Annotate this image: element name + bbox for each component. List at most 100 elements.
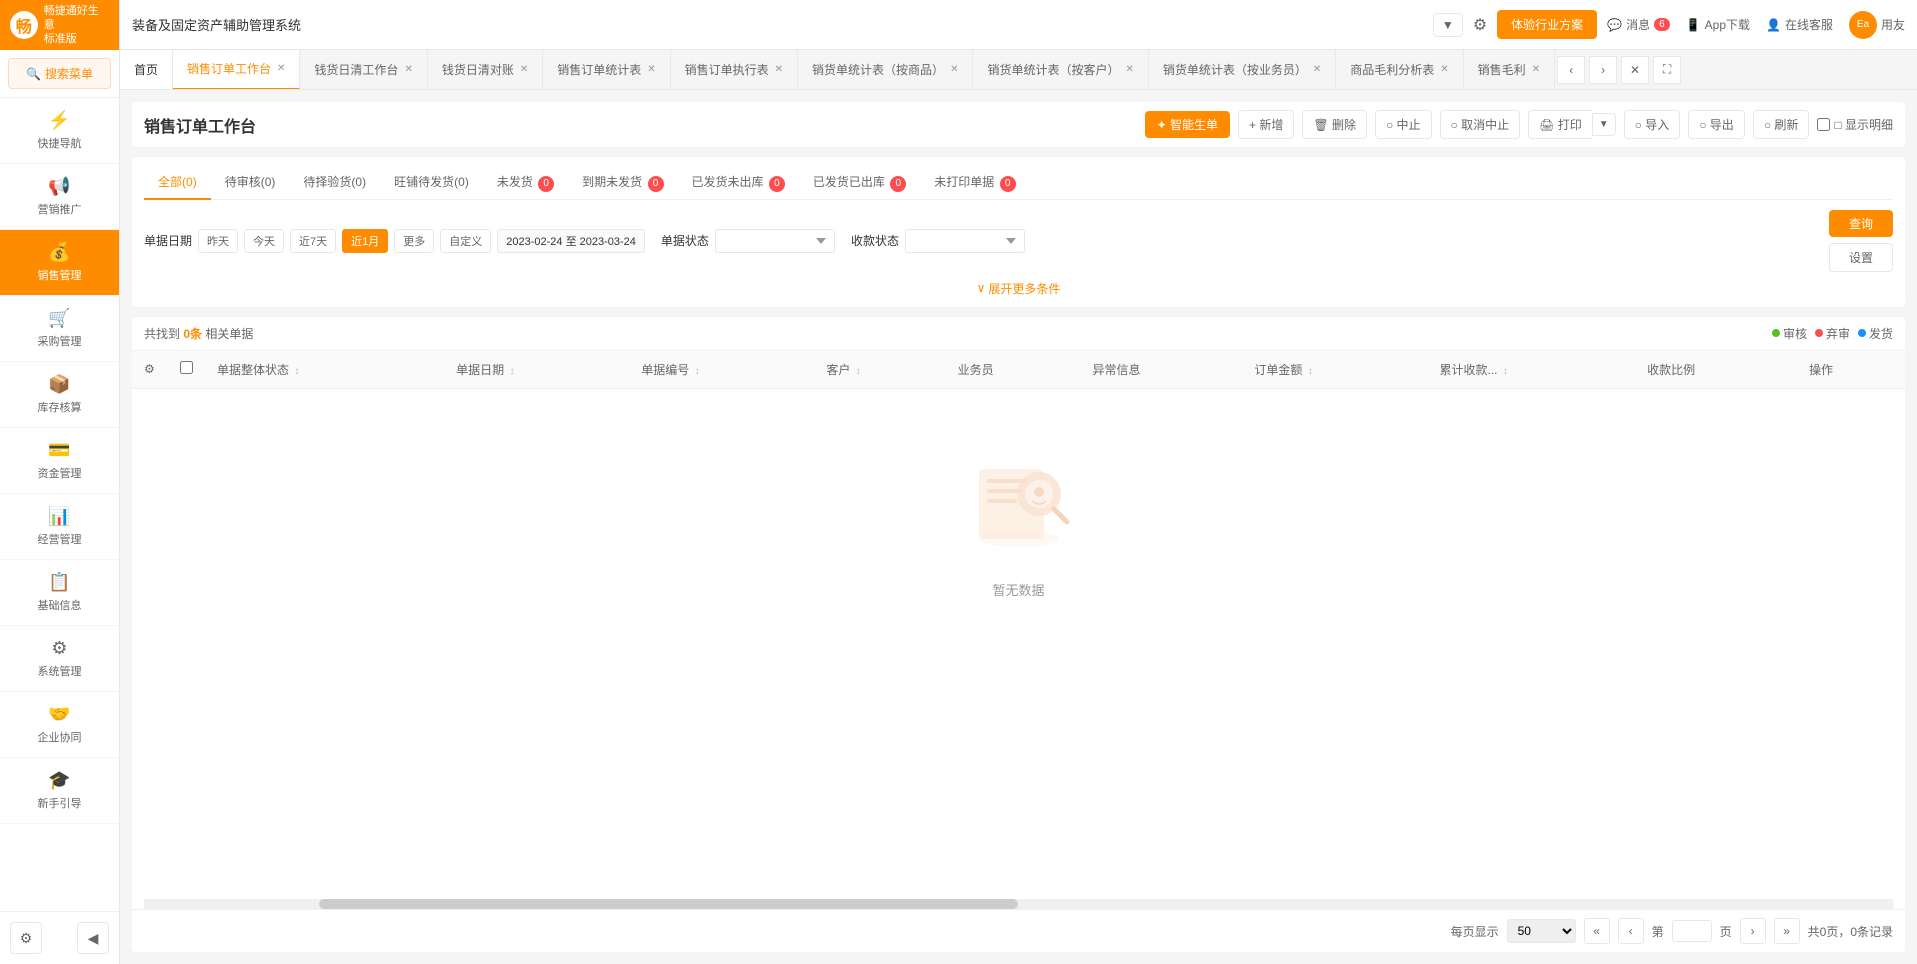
cancel-abort-button[interactable]: ○ 取消中止 <box>1440 110 1521 139</box>
tab-sales-sum-staff[interactable]: 销货单统计表（按业务员） ✕ <box>1149 50 1336 90</box>
filter-tab-wangpu[interactable]: 旺铺待发货(0) <box>380 167 483 200</box>
sidebar-item-marketing[interactable]: 📢 营销推广 <box>0 164 119 230</box>
close-tab-cash-reconcile[interactable]: ✕ <box>520 64 528 75</box>
col-checkbox[interactable] <box>168 351 205 389</box>
header-settings-button[interactable]: ⚙ <box>1473 15 1487 35</box>
close-tab-sales-workbench[interactable]: ✕ <box>277 63 285 74</box>
smart-generate-button[interactable]: ✦ 智能生单 <box>1145 111 1230 138</box>
expand-conditions-button[interactable]: ∨ 展开更多条件 <box>977 280 1061 297</box>
close-tab-margin-analysis[interactable]: ✕ <box>1440 64 1448 75</box>
tab-sales-exec[interactable]: 销售订单执行表 ✕ <box>671 50 798 90</box>
sidebar-collapse-button[interactable]: ◀ <box>77 922 109 954</box>
date-more-button[interactable]: 更多 <box>394 229 434 253</box>
tab-close-all[interactable]: ✕ <box>1621 56 1649 84</box>
filter-tab-overdue-ship[interactable]: 到期未发货 0 <box>568 167 677 200</box>
refresh-button[interactable]: ○ 刷新 <box>1753 110 1810 139</box>
filter-tab-not-shipped[interactable]: 未发货 0 <box>483 167 568 200</box>
delete-button[interactable]: 🗑 删除 <box>1302 110 1367 139</box>
ship-action-button[interactable]: 发货 <box>1858 325 1893 342</box>
close-tab-sales-stats[interactable]: ✕ <box>647 64 655 75</box>
close-tab-sales-exec[interactable]: ✕ <box>775 64 783 75</box>
online-service-item[interactable]: 👤 在线客服 <box>1766 16 1833 33</box>
date-7days-button[interactable]: 近7天 <box>290 229 336 253</box>
col-date[interactable]: 单据日期 ↕ <box>444 351 629 389</box>
close-tab-sales-sum-customer[interactable]: ✕ <box>1125 64 1133 75</box>
sidebar-item-quick[interactable]: ⚡ 快捷导航 <box>0 98 119 164</box>
solution-button[interactable]: 体验行业方案 <box>1497 10 1597 39</box>
col-customer[interactable]: 客户 ↕ <box>814 351 945 389</box>
tab-home[interactable]: 首页 <box>120 50 173 90</box>
sidebar-item-enterprise[interactable]: 🤝 企业协同 <box>0 692 119 758</box>
import-button[interactable]: ○ 导入 <box>1624 110 1681 139</box>
close-tab-sales-profit[interactable]: ✕ <box>1532 64 1540 75</box>
sidebar-item-inventory[interactable]: 📦 库存核算 <box>0 362 119 428</box>
close-tab-sales-sum-product[interactable]: ✕ <box>950 64 958 75</box>
col-collected[interactable]: 累计收款... ↕ <box>1428 351 1636 389</box>
sidebar-search[interactable]: 🔍 搜索菜单 <box>0 50 119 98</box>
sidebar-item-sales[interactable]: 💰 销售管理 <box>0 230 119 296</box>
close-tab-cash-daily[interactable]: ✕ <box>404 64 412 75</box>
tab-margin-analysis[interactable]: 商品毛利分析表 ✕ <box>1336 50 1463 90</box>
search-menu-button[interactable]: 🔍 搜索菜单 <box>8 58 111 89</box>
filter-tab-shipped-not-out[interactable]: 已发货未出库 0 <box>678 167 799 200</box>
date-1month-button[interactable]: 近1月 <box>342 229 388 253</box>
select-all-checkbox[interactable] <box>180 361 193 374</box>
system-dropdown[interactable]: ▼ <box>1433 13 1463 37</box>
detail-checkbox-label[interactable]: □ 显示明细 <box>1817 116 1893 133</box>
sidebar-item-guide[interactable]: 🎓 新手引导 <box>0 758 119 824</box>
col-exception[interactable]: 异常信息 <box>1080 351 1242 389</box>
filter-tab-pending-review[interactable]: 待审核(0) <box>211 167 290 200</box>
abort-button[interactable]: ○ 中止 <box>1375 110 1432 139</box>
filter-tab-all[interactable]: 全部(0) <box>144 167 211 200</box>
message-item[interactable]: 💬 消息 6 <box>1607 16 1670 33</box>
tab-scroll-right[interactable]: › <box>1589 56 1617 84</box>
print-dropdown-button[interactable]: ▼ <box>1592 113 1616 136</box>
sidebar-item-purchase[interactable]: 🛒 采购管理 <box>0 296 119 362</box>
tab-cash-reconcile[interactable]: 钱货日清对账 ✕ <box>428 50 543 90</box>
tab-sales-sum-customer[interactable]: 销货单统计表（按客户） ✕ <box>973 50 1148 90</box>
page-size-select[interactable]: 50 100 200 <box>1507 919 1576 943</box>
date-custom-button[interactable]: 自定义 <box>440 229 491 253</box>
horizontal-scrollbar[interactable] <box>144 899 1893 909</box>
query-button[interactable]: 查询 <box>1829 210 1893 237</box>
filter-settings-button[interactable]: 设置 <box>1829 243 1893 272</box>
tab-sales-workbench[interactable]: 销售订单工作台 ✕ <box>173 50 300 90</box>
sidebar-item-system[interactable]: ⚙ 系统管理 <box>0 626 119 692</box>
col-settings[interactable]: ⚙ <box>132 351 168 389</box>
col-status[interactable]: 单据整体状态 ↕ <box>205 351 444 389</box>
tab-scroll-left[interactable]: ‹ <box>1557 56 1585 84</box>
filter-tab-not-printed[interactable]: 未打印单据 0 <box>920 167 1029 200</box>
payment-select[interactable] <box>905 229 1025 253</box>
tab-sales-profit[interactable]: 销售毛利 ✕ <box>1464 50 1555 90</box>
tab-sales-sum-product[interactable]: 销货单统计表（按商品） ✕ <box>798 50 973 90</box>
col-number[interactable]: 单据编号 ↕ <box>629 351 814 389</box>
export-button[interactable]: ○ 导出 <box>1688 110 1745 139</box>
close-tab-sales-sum-staff[interactable]: ✕ <box>1313 64 1321 75</box>
sidebar-item-finance[interactable]: 💳 资金管理 <box>0 428 119 494</box>
tab-sales-stats[interactable]: 销售订单统计表 ✕ <box>543 50 670 90</box>
tab-fullscreen[interactable]: ⛶ <box>1653 56 1681 84</box>
page-next-button[interactable]: › <box>1740 918 1766 944</box>
review-action-button[interactable]: 审核 <box>1772 325 1807 342</box>
col-amount[interactable]: 订单金额 ↕ <box>1242 351 1427 389</box>
date-yesterday-button[interactable]: 昨天 <box>198 229 238 253</box>
sidebar-settings-button[interactable]: ⚙ <box>10 922 42 954</box>
page-last-button[interactable]: » <box>1774 918 1800 944</box>
app-download-item[interactable]: 📱 App下载 <box>1686 16 1750 33</box>
col-staff[interactable]: 业务员 <box>946 351 1081 389</box>
sidebar-item-operations[interactable]: 📊 经营管理 <box>0 494 119 560</box>
filter-tab-shipped-out[interactable]: 已发货已出库 0 <box>799 167 920 200</box>
tab-cash-daily[interactable]: 钱货日清工作台 ✕ <box>300 50 427 90</box>
sidebar-item-basic[interactable]: 📋 基础信息 <box>0 560 119 626</box>
user-item[interactable]: Ea 用友 <box>1849 11 1905 39</box>
detail-checkbox[interactable] <box>1817 118 1830 131</box>
status-select[interactable] <box>715 229 835 253</box>
add-button[interactable]: + 新增 <box>1238 110 1294 139</box>
filter-tab-pending-verify[interactable]: 待择验货(0) <box>289 167 380 200</box>
date-today-button[interactable]: 今天 <box>244 229 284 253</box>
page-prev-button[interactable]: ‹ <box>1618 918 1644 944</box>
page-number-input[interactable]: 1 <box>1672 920 1712 942</box>
print-button[interactable]: 🖨 打印 <box>1528 110 1592 139</box>
col-ratio[interactable]: 收款比例 <box>1635 351 1797 389</box>
abandon-action-button[interactable]: 弃审 <box>1815 325 1850 342</box>
